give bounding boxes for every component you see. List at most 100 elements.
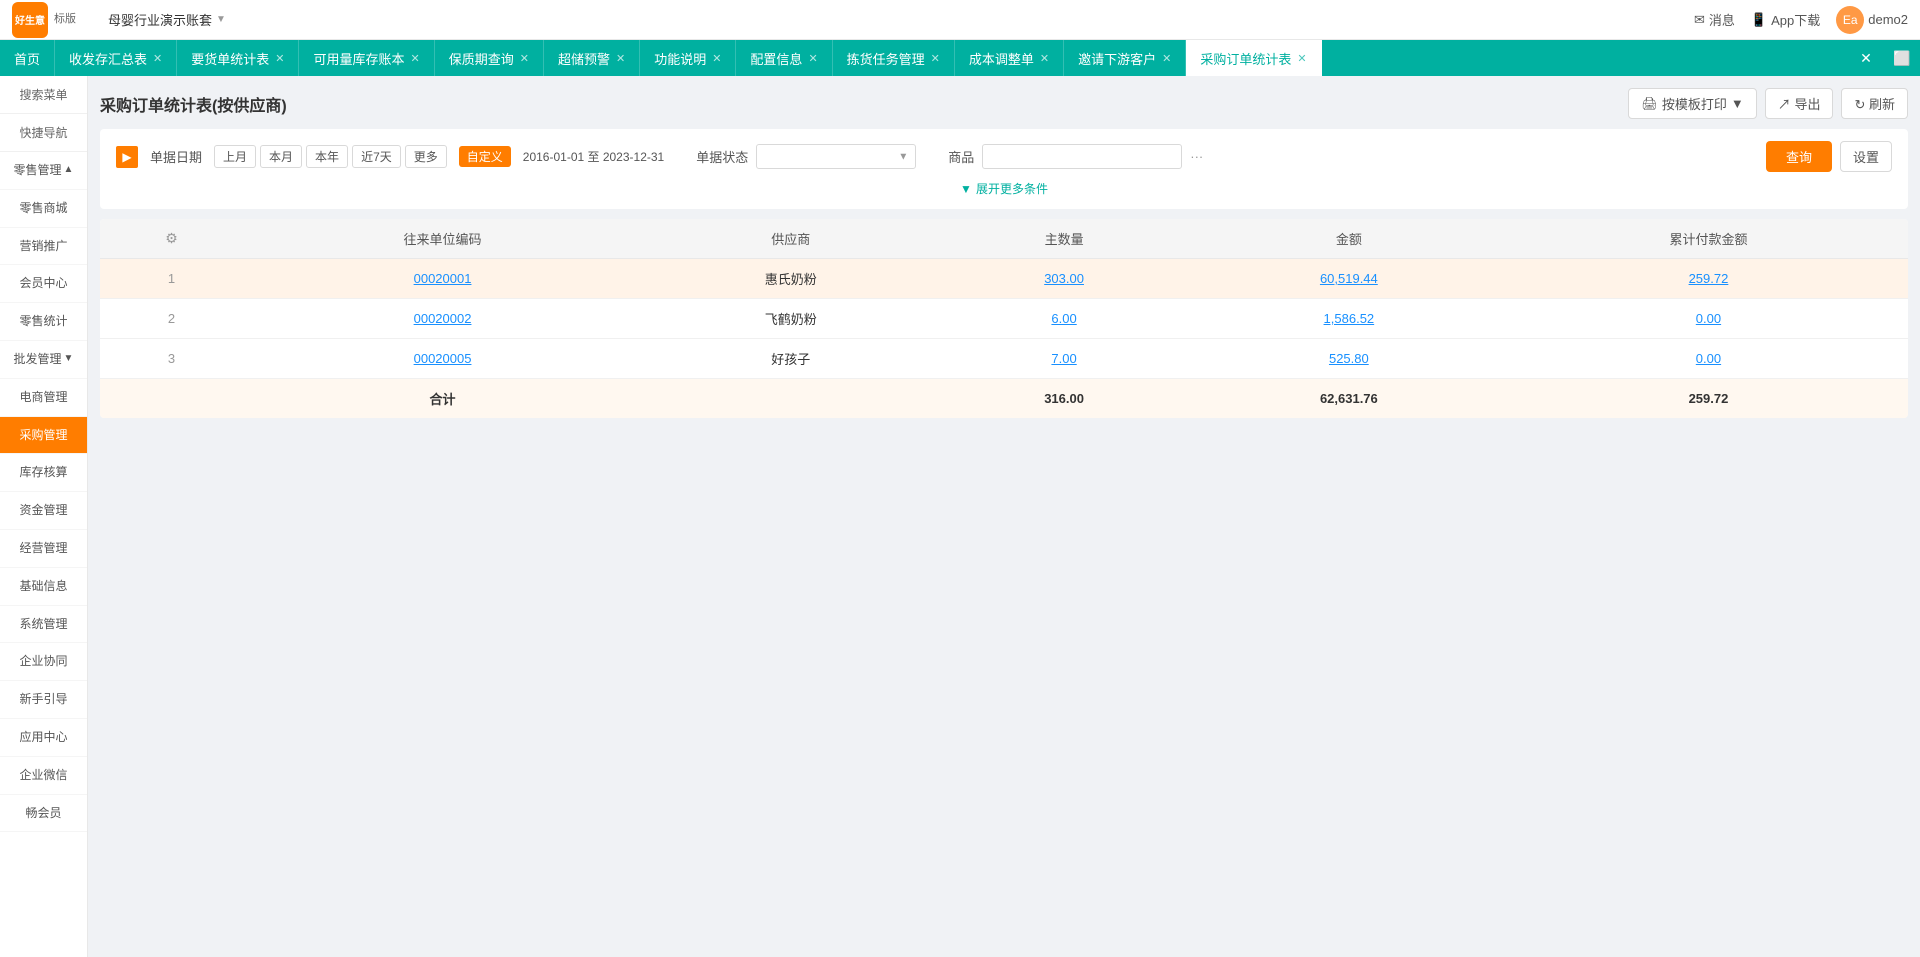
close-tab-button[interactable]: ✕ — [1848, 40, 1884, 76]
sidebar-item-retail-stats[interactable]: 零售统计 — [0, 303, 87, 341]
this-month-button[interactable]: 本月 — [260, 145, 302, 168]
filter-toggle-button[interactable]: ▶ — [116, 146, 138, 168]
tab-shoufacun[interactable]: 收发存汇总表 ✕ — [55, 40, 177, 76]
company-name: 母婴行业演示账套 — [108, 10, 212, 29]
this-year-button[interactable]: 本年 — [306, 145, 348, 168]
last-7days-button[interactable]: 近7天 — [352, 145, 401, 168]
tab-chengben[interactable]: 成本调整单 ✕ — [955, 40, 1064, 76]
row-paid[interactable]: 0.00 — [1509, 339, 1908, 379]
sidebar-item-marketing[interactable]: 营销推广 — [0, 228, 87, 266]
close-icon[interactable]: ✕ — [1297, 52, 1306, 65]
row-amount[interactable]: 525.80 — [1189, 339, 1509, 379]
sidebar-item-purchase[interactable]: 采购管理 — [0, 417, 87, 455]
row-qty[interactable]: 7.00 — [939, 339, 1188, 379]
search-menu-button[interactable]: 搜索菜单 — [0, 76, 87, 114]
export-button[interactable]: ↗ 导出 — [1765, 88, 1834, 119]
query-button[interactable]: 查询 — [1766, 141, 1832, 172]
quick-nav[interactable]: 快捷导航 — [0, 114, 87, 152]
sidebar-item-ecommerce[interactable]: 电商管理 — [0, 379, 87, 417]
expand-more-button[interactable]: ▼ 展开更多条件 — [960, 180, 1048, 197]
settings-button[interactable]: 设置 — [1840, 141, 1892, 172]
close-icon[interactable]: ✕ — [808, 52, 817, 65]
sidebar-item-retail-mgmt[interactable]: 零售管理 ▲ — [0, 152, 87, 190]
status-select[interactable] — [756, 144, 916, 169]
close-icon[interactable]: ✕ — [520, 52, 529, 65]
close-icon[interactable]: ✕ — [616, 52, 625, 65]
footer-paid: 259.72 — [1509, 379, 1908, 419]
tab-yaoqing[interactable]: 邀请下游客户 ✕ — [1064, 40, 1186, 76]
close-icon[interactable]: ✕ — [153, 52, 162, 65]
row-qty[interactable]: 303.00 — [939, 259, 1188, 299]
data-table: ⚙ 往来单位编码 供应商 主数量 金额 累计付款金额 1 00020001 惠氏… — [100, 219, 1908, 418]
row-paid[interactable]: 0.00 — [1509, 299, 1908, 339]
tab-caigou-active[interactable]: 采购订单统计表 ✕ — [1186, 40, 1321, 76]
custom-date-badge[interactable]: 自定义 — [459, 146, 511, 167]
row-index: 1 — [100, 259, 243, 299]
footer-qty: 316.00 — [939, 379, 1188, 419]
goods-more-button[interactable]: ··· — [1190, 149, 1203, 164]
logo-text: 标版 — [54, 13, 76, 26]
sidebar-item-newguide[interactable]: 新手引导 — [0, 681, 87, 719]
export-icon: ↗ — [1778, 97, 1791, 112]
nav-tabs: 首页 收发存汇总表 ✕ 要货单统计表 ✕ 可用量库存账本 ✕ 保质期查询 ✕ 超… — [0, 40, 1920, 76]
amount-column-header: 金额 — [1189, 219, 1509, 259]
tab-gongneng[interactable]: 功能说明 ✕ — [640, 40, 736, 76]
row-code[interactable]: 00020005 — [243, 339, 642, 379]
filter-area: ▶ 单据日期 上月 本月 本年 近7天 更多 自定义 2016-01-01 至 … — [100, 129, 1908, 209]
sidebar-item-member[interactable]: 会员中心 — [0, 265, 87, 303]
sidebar-item-wholesale[interactable]: 批发管理 ▼ — [0, 341, 87, 379]
row-qty[interactable]: 6.00 — [939, 299, 1188, 339]
close-icon[interactable]: ✕ — [1162, 52, 1171, 65]
close-icon[interactable]: ✕ — [275, 52, 284, 65]
quick-nav-label: 快捷导航 — [0, 118, 87, 147]
company-selector[interactable]: 母婴行业演示账套 ▼ — [100, 10, 234, 29]
filter-expand-area: ▼ 展开更多条件 — [116, 172, 1892, 197]
tab-chaochuyujing[interactable]: 超储预警 ✕ — [544, 40, 640, 76]
row-code[interactable]: 00020002 — [243, 299, 642, 339]
row-paid[interactable]: 259.72 — [1509, 259, 1908, 299]
search-label: 搜索菜单 — [19, 88, 67, 102]
tab-jianhuo[interactable]: 拣货任务管理 ✕ — [833, 40, 955, 76]
sidebar-item-enterprise[interactable]: 企业协同 — [0, 643, 87, 681]
sidebar-item-finance[interactable]: 资金管理 — [0, 492, 87, 530]
maximize-button[interactable]: ⬜ — [1884, 40, 1920, 76]
tab-peizhi[interactable]: 配置信息 ✕ — [736, 40, 832, 76]
status-label: 单据状态 — [696, 147, 748, 166]
user-avatar-area[interactable]: Ea demo2 — [1836, 6, 1908, 34]
close-icon[interactable]: ✕ — [712, 52, 721, 65]
date-buttons: 上月 本月 本年 近7天 更多 — [214, 145, 447, 168]
qty-column-header: 主数量 — [939, 219, 1188, 259]
sidebar-item-appcenter[interactable]: 应用中心 — [0, 719, 87, 757]
sidebar-item-retail-mall[interactable]: 零售商城 — [0, 190, 87, 228]
refresh-button[interactable]: ↻ 刷新 — [1841, 88, 1908, 119]
app-download-button[interactable]: 📱 App下载 — [1751, 10, 1820, 29]
sidebar-item-basic-info[interactable]: 基础信息 — [0, 568, 87, 606]
last-month-button[interactable]: 上月 — [214, 145, 256, 168]
printer-icon: 🖨 — [1641, 96, 1658, 112]
tab-baozhiqi[interactable]: 保质期查询 ✕ — [435, 40, 544, 76]
sidebar-item-system[interactable]: 系统管理 — [0, 606, 87, 644]
table-row: 3 00020005 好孩子 7.00 525.80 0.00 — [100, 339, 1908, 379]
message-button[interactable]: ✉ 消息 — [1694, 10, 1735, 29]
sidebar-item-inventory[interactable]: 库存核算 — [0, 454, 87, 492]
tab-home[interactable]: 首页 — [0, 40, 55, 76]
chevron-icon: ▼ — [64, 352, 74, 366]
footer-empty2 — [642, 379, 939, 419]
sidebar-item-operation[interactable]: 经营管理 — [0, 530, 87, 568]
tab-keyongliang[interactable]: 可用量库存账本 ✕ — [299, 40, 434, 76]
more-date-button[interactable]: 更多 — [405, 145, 447, 168]
settings-icon[interactable]: ⚙ — [165, 230, 178, 246]
print-button[interactable]: 🖨 按模板打印 ▼ — [1628, 88, 1756, 119]
close-icon[interactable]: ✕ — [931, 52, 940, 65]
sidebar-item-wechat[interactable]: 企业微信 — [0, 757, 87, 795]
row-amount[interactable]: 60,519.44 — [1189, 259, 1509, 299]
close-icon[interactable]: ✕ — [411, 52, 420, 65]
row-amount[interactable]: 1,586.52 — [1189, 299, 1509, 339]
close-icon[interactable]: ✕ — [1040, 52, 1049, 65]
tab-yaohuo[interactable]: 要货单统计表 ✕ — [177, 40, 299, 76]
page-title: 采购订单统计表(按供应商) — [100, 92, 287, 116]
user-name: demo2 — [1868, 12, 1908, 27]
row-code[interactable]: 00020001 — [243, 259, 642, 299]
goods-input[interactable] — [982, 144, 1182, 169]
sidebar-item-vip[interactable]: 畅会员 — [0, 795, 87, 833]
